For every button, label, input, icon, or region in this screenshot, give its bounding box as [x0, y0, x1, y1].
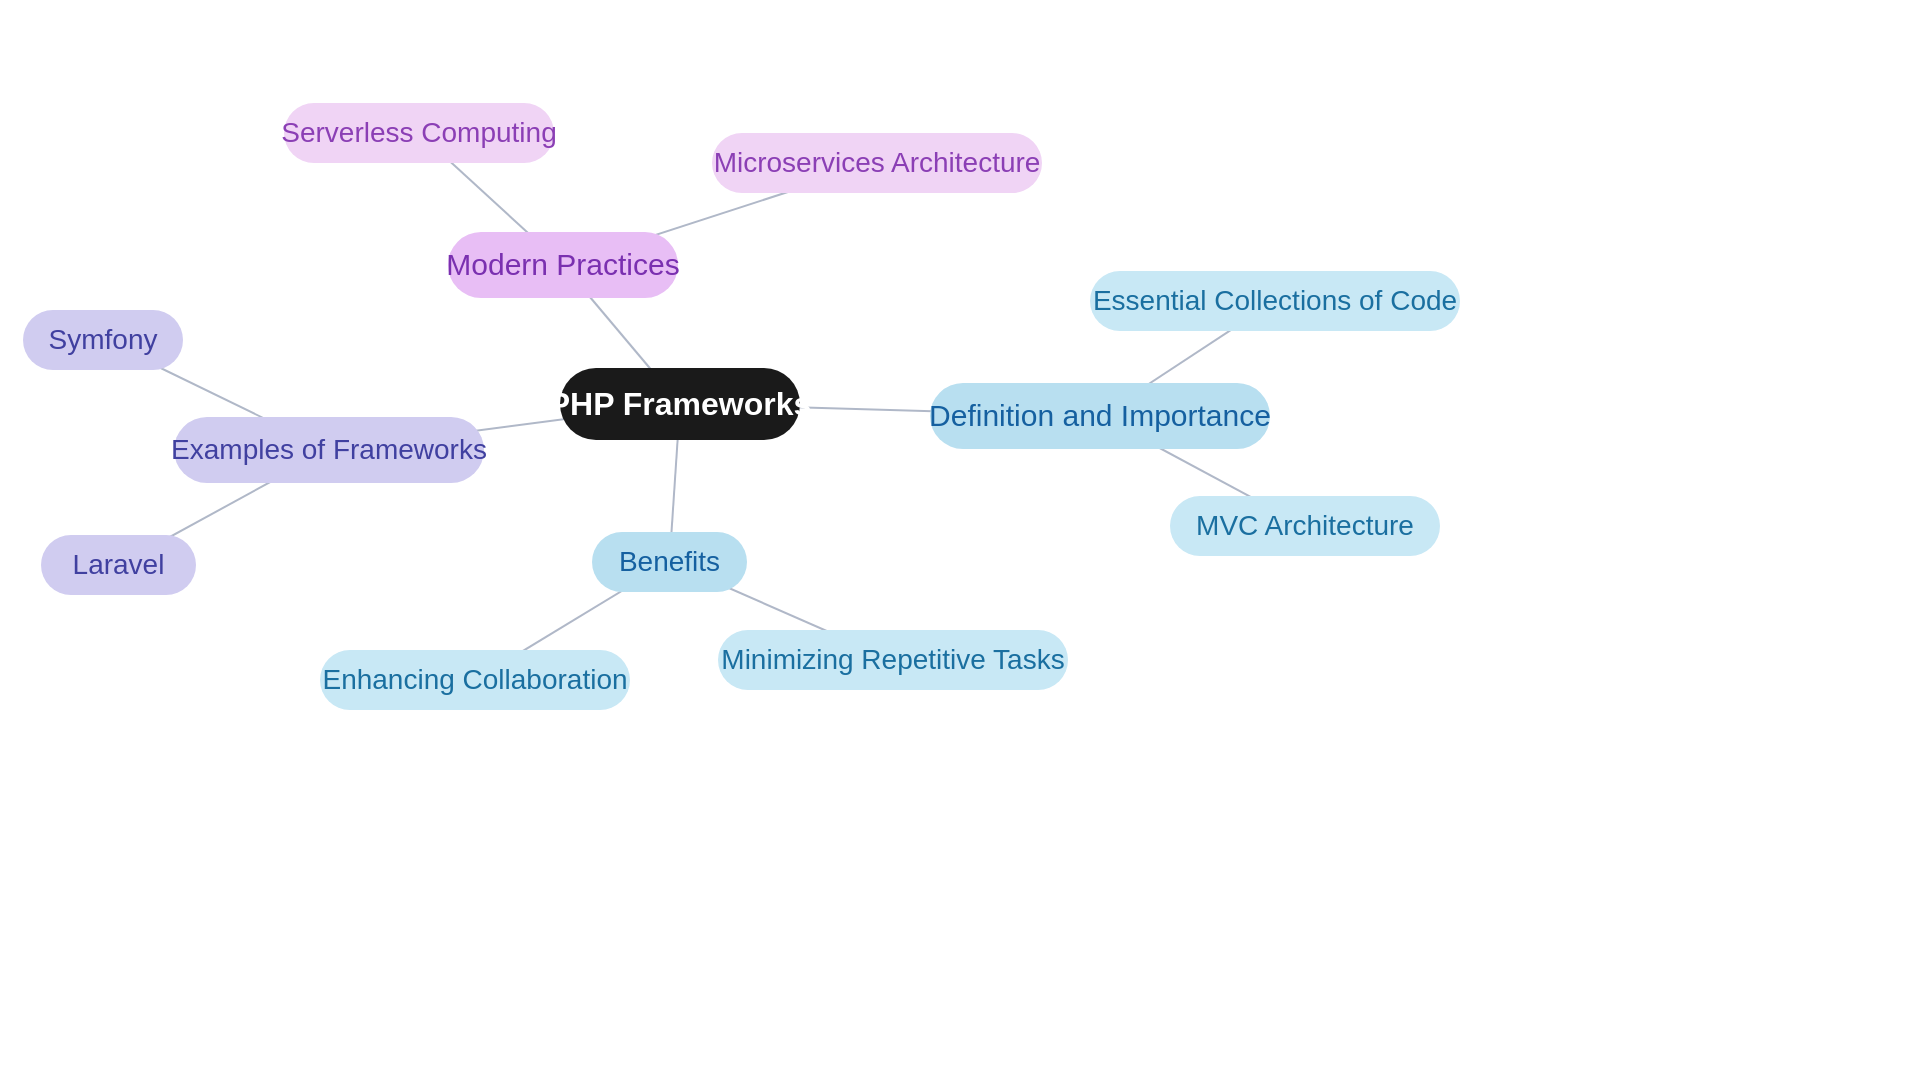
modern-practices-node: Modern Practices	[448, 232, 678, 298]
microservices-architecture-node: Microservices Architecture	[712, 133, 1042, 193]
laravel-node: Laravel	[41, 535, 196, 595]
minimizing-repetitive-tasks-node: Minimizing Repetitive Tasks	[718, 630, 1068, 690]
benefits-node: Benefits	[592, 532, 747, 592]
center-node: PHP Frameworks	[560, 368, 800, 440]
essential-collections-node: Essential Collections of Code	[1090, 271, 1460, 331]
enhancing-collaboration-node: Enhancing Collaboration	[320, 650, 630, 710]
serverless-computing-node: Serverless Computing	[284, 103, 554, 163]
definition-importance-node: Definition and Importance	[930, 383, 1270, 449]
symfony-node: Symfony	[23, 310, 183, 370]
examples-of-frameworks-node: Examples of Frameworks	[174, 417, 484, 483]
mvc-architecture-node: MVC Architecture	[1170, 496, 1440, 556]
